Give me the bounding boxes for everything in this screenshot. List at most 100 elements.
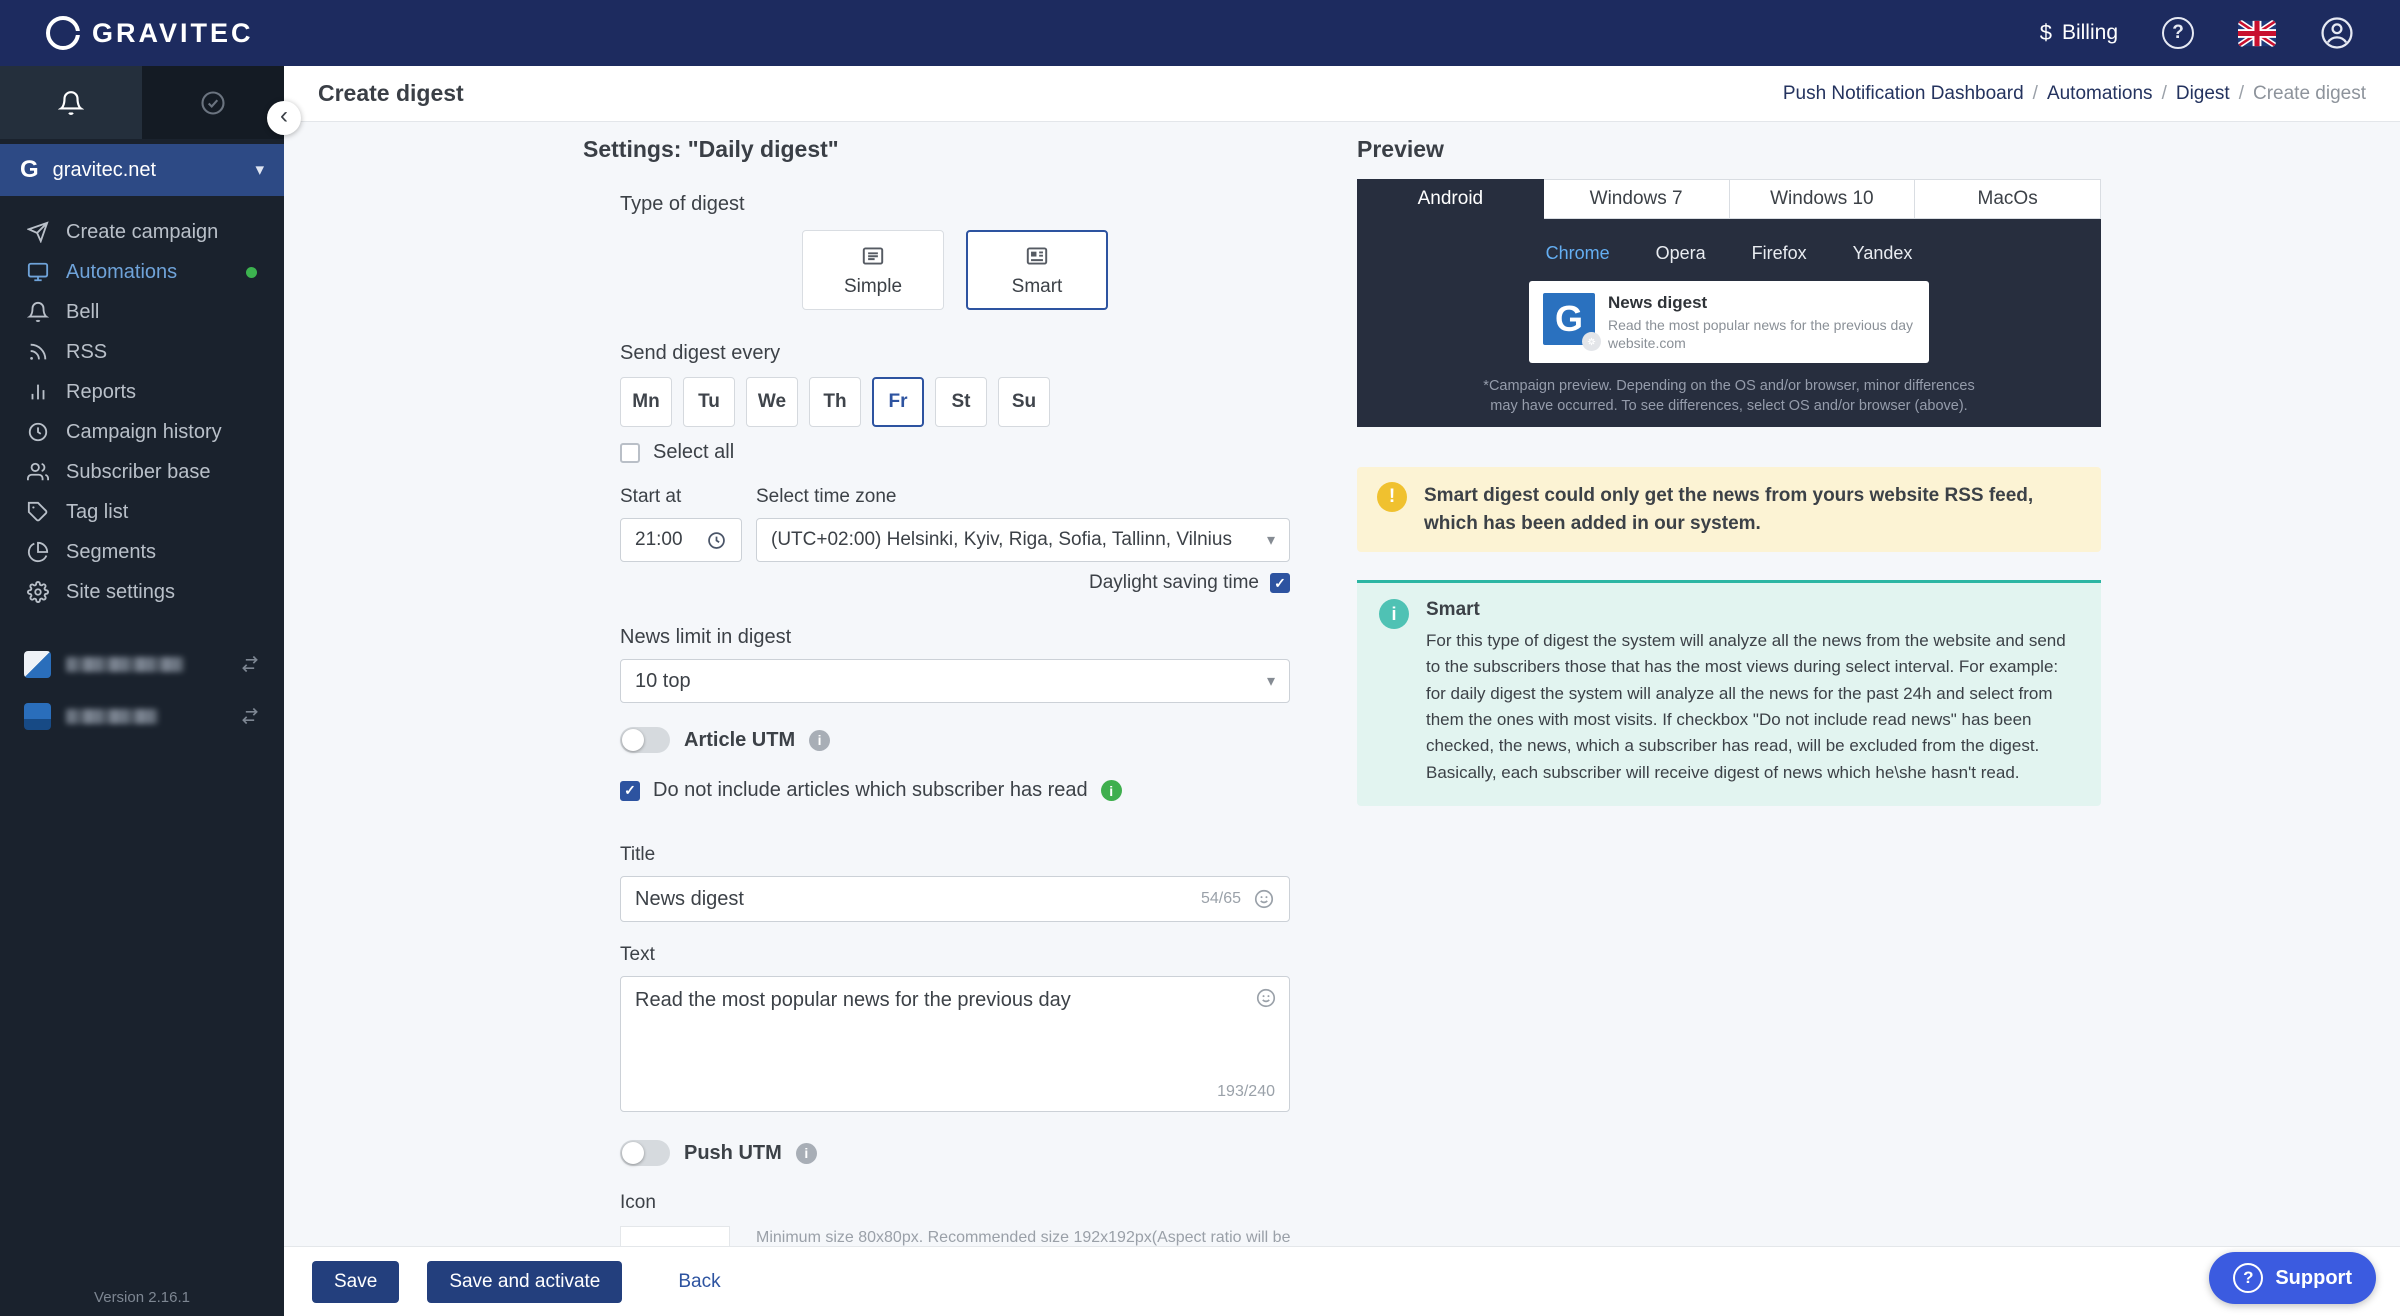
title-input[interactable]: News digest 54/65 [620,876,1290,922]
digest-type-simple-card[interactable]: Simple [802,230,944,310]
day-button-mn[interactable]: Mn [620,377,672,427]
rss-warning-box: ! Smart digest could only get the news f… [1357,467,2101,553]
breadcrumb-link-automations[interactable]: Automations [2047,83,2153,105]
day-button-fr[interactable]: Fr [872,377,924,427]
secondary-product-tab[interactable] [142,66,284,139]
browser-tab-opera[interactable]: Opera [1656,243,1706,264]
active-status-dot [246,266,257,278]
save-and-activate-button[interactable]: Save and activate [427,1260,623,1303]
sidebar-item-automations[interactable]: Automations [0,252,284,292]
browser-tab-firefox[interactable]: Firefox [1752,243,1807,264]
push-utm-toggle[interactable] [620,1140,670,1166]
icon-label: Icon [620,1192,656,1213]
os-tab-android[interactable]: Android [1357,179,1544,219]
chevron-down-icon: ▾ [255,160,264,179]
notification-gear-icon [1582,332,1601,351]
article-utm-info-icon[interactable]: i [809,729,831,751]
collapse-sidebar-button[interactable]: ‹ [267,101,301,135]
smart-info-title: Smart [1426,599,1480,621]
breadcrumb-link-dashboard[interactable]: Push Notification Dashboard [1783,83,2024,105]
switch-site-icon[interactable] [240,706,260,726]
sidebar-item-label: RSS [66,340,108,363]
settings-heading: Settings: "Daily digest" [583,136,839,162]
text-textarea[interactable]: Read the most popular news for the previ… [620,976,1290,1112]
timezone-value: (UTC+02:00) Helsinki, Kyiv, Riga, Sofia,… [771,529,1232,550]
sidebar-item-rss[interactable]: RSS [0,332,284,372]
day-button-tu[interactable]: Tu [683,377,735,427]
timezone-select[interactable]: (UTC+02:00) Helsinki, Kyiv, Riga, Sofia,… [756,518,1290,562]
sidebar-item-site-settings[interactable]: Site settings [0,572,284,612]
emoji-picker-icon[interactable] [1253,888,1275,910]
select-all-label: Select all [653,441,735,463]
bell-icon [27,302,49,323]
browser-tab-yandex[interactable]: Yandex [1853,243,1913,264]
breadcrumb-separator: / [2238,82,2244,104]
support-button[interactable]: ? Support [2209,1252,2376,1304]
sidebar-item-subscriber-base[interactable]: Subscriber base [0,452,284,492]
daylight-saving-checkbox[interactable]: ✓ [1270,573,1290,593]
digest-type-label: Smart [1011,275,1063,297]
settings-panel: Settings: "Daily digest" Type of digest … [583,136,1295,1246]
push-notifications-tab[interactable] [0,66,142,139]
exclamation-icon: ! [1377,482,1407,512]
tag-icon [27,501,48,522]
os-tab-windows10[interactable]: Windows 10 [1729,179,1916,219]
sidebar: G gravitec.net ▾ Create campaign Automat… [0,66,284,1316]
account-button[interactable] [2320,16,2354,50]
day-button-th[interactable]: Th [809,377,861,427]
breadcrumb-separator: / [2032,82,2038,104]
billing-button[interactable]: $ Billing [2040,20,2118,46]
chevron-down-icon: ▾ [1266,532,1275,549]
os-tab-macos[interactable]: MacOs [1915,179,2101,219]
sidebar-item-segments[interactable]: Segments [0,532,284,572]
user-icon [2321,17,2353,49]
day-button-su[interactable]: Su [998,377,1050,427]
save-button[interactable]: Save [312,1260,400,1303]
type-of-digest-label: Type of digest [620,193,745,215]
push-utm-info-icon[interactable]: i [795,1142,817,1164]
start-time-input[interactable]: 21:00 [620,518,742,562]
icon-upload-hint: Minimum size 80x80px. Recommended size 1… [756,1229,1291,1246]
sidebar-item-label: Automations [66,260,178,283]
check-icon: ✓ [624,782,636,798]
text-label: Text [620,944,655,965]
exclude-read-info-icon[interactable]: i [1100,780,1122,801]
notification-icon: G [1543,293,1601,351]
sidebar-item-label: Segments [66,540,157,563]
footer-action-bar: Save Save and activate Back [284,1246,2400,1316]
redacted-site-name [66,656,184,672]
switch-site-icon[interactable] [240,654,260,674]
push-utm-label: Push UTM [684,1141,782,1164]
sidebar-item-label: Reports [66,380,137,403]
sidebar-item-tag-list[interactable]: Tag list [0,492,284,532]
help-button[interactable]: ? [2162,17,2194,49]
day-button-we[interactable]: We [746,377,798,427]
digest-type-smart-card[interactable]: Smart [966,230,1108,310]
article-utm-toggle[interactable] [620,727,670,753]
breadcrumb-current: Create digest [2252,82,2366,104]
check-icon: ✓ [1274,574,1286,591]
back-link[interactable]: Back [678,1271,720,1293]
select-all-checkbox[interactable] [620,442,640,463]
os-tab-windows7[interactable]: Windows 7 [1543,179,1730,219]
sidebar-item-campaign-history[interactable]: Campaign history [0,412,284,452]
site-name: gravitec.net [52,158,157,181]
digest-type-label: Simple [843,275,903,297]
breadcrumb-link-digest[interactable]: Digest [2176,83,2230,105]
exclude-read-checkbox[interactable]: ✓ [620,780,640,801]
browser-tab-chrome[interactable]: Chrome [1546,243,1610,264]
simple-digest-icon [862,246,884,265]
site-selector[interactable]: G gravitec.net ▾ [0,144,284,196]
language-flag-button[interactable] [2238,19,2276,47]
sidebar-item-reports[interactable]: Reports [0,372,284,412]
sidebar-item-create-campaign[interactable]: Create campaign [0,212,284,252]
other-site-row[interactable] [0,690,284,742]
emoji-picker-icon[interactable] [1255,987,1277,1009]
smart-info-box: i Smart For this type of digest the syst… [1357,580,2101,807]
day-button-st[interactable]: St [935,377,987,427]
sidebar-item-label: Subscriber base [66,460,211,483]
sidebar-item-bell[interactable]: Bell [0,292,284,332]
other-site-row[interactable] [0,638,284,690]
news-limit-select[interactable]: 10 top ▾ [620,659,1290,703]
news-limit-label: News limit in digest [620,626,792,648]
